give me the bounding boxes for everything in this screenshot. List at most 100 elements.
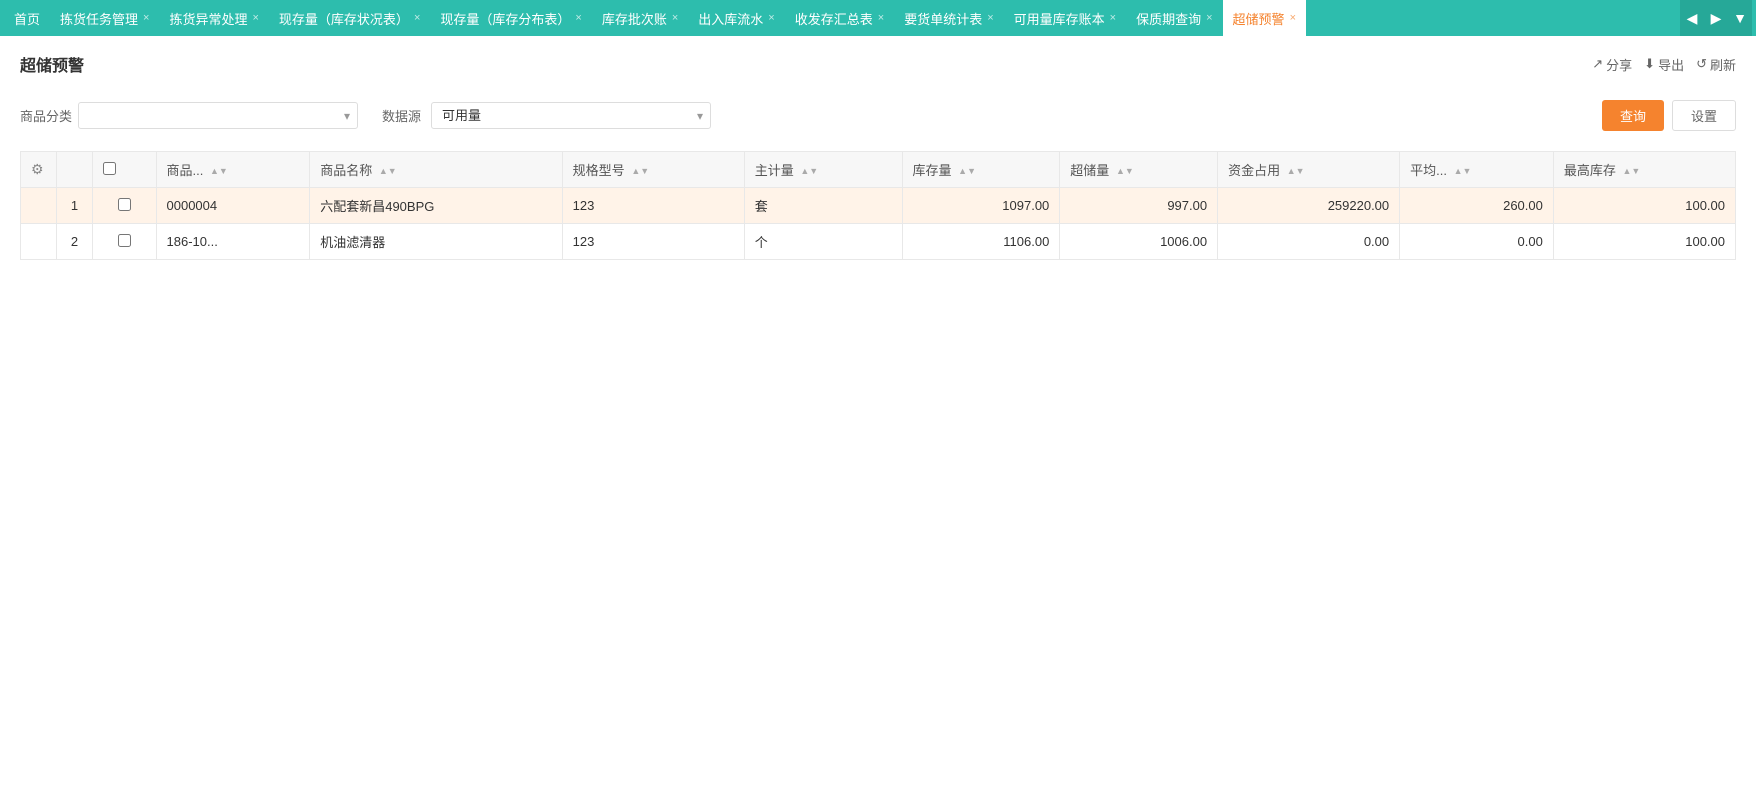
row-checkbox[interactable] (118, 234, 131, 247)
th-spec[interactable]: 规格型号 ▲▼ (562, 152, 744, 188)
sort-arrows-stock: ▲▼ (958, 167, 976, 176)
th-maxstock[interactable]: 最高库存 ▲▼ (1553, 152, 1735, 188)
td-unit: 个 (744, 224, 902, 260)
nav-home[interactable]: 首页 (4, 0, 50, 36)
refresh-icon: ↺ (1696, 56, 1707, 72)
td-avg: 0.00 (1400, 224, 1554, 260)
nav-prev-button[interactable]: ◀ (1680, 0, 1704, 36)
th-unit[interactable]: 主计量 ▲▼ (744, 152, 902, 188)
td-maxstock: 100.00 (1553, 224, 1735, 260)
category-select[interactable] (78, 102, 358, 129)
th-overstock[interactable]: 超储量 ▲▼ (1060, 152, 1218, 188)
td-index: 1 (57, 188, 93, 224)
close-icon[interactable]: × (252, 12, 258, 24)
close-icon[interactable]: × (672, 12, 678, 24)
close-icon[interactable]: × (878, 12, 884, 24)
setting-button[interactable]: 设置 (1672, 100, 1736, 131)
th-stock[interactable]: 库存量 ▲▼ (902, 152, 1060, 188)
td-maxstock: 100.00 (1553, 188, 1735, 224)
nav-order-stats[interactable]: 要货单统计表 × (894, 0, 1003, 36)
td-overstock: 1006.00 (1060, 224, 1218, 260)
sort-arrows-avg: ▲▼ (1454, 167, 1472, 176)
td-stock: 1106.00 (902, 224, 1060, 260)
th-name[interactable]: 商品名称 ▲▼ (310, 152, 562, 188)
category-label: 商品分类 (20, 106, 72, 125)
datasource-label: 数据源 (382, 106, 421, 125)
settings-icon[interactable]: ⚙ (31, 161, 44, 177)
td-checkbox[interactable] (93, 224, 157, 260)
nav-next-button[interactable]: ▶ (1704, 0, 1728, 36)
close-icon[interactable]: × (1110, 12, 1116, 24)
nav-shelf-life[interactable]: 保质期查询 × (1126, 0, 1222, 36)
td-code: 186-10... (156, 224, 310, 260)
close-icon[interactable]: × (143, 12, 149, 24)
close-icon[interactable]: × (1206, 12, 1212, 24)
table-row: 2 186-10... 机油滤清器 123 个 1106.00 1006.00 … (21, 224, 1736, 260)
nav-arrows: ◀ ▶ ▼ (1680, 0, 1752, 36)
table-header: ⚙ 商品... ▲▼ 商品名称 ▲▼ 规格型号 ▲▼ (21, 152, 1736, 188)
td-index: 2 (57, 224, 93, 260)
query-button[interactable]: 查询 (1602, 100, 1664, 131)
nav-picking-task[interactable]: 拣货任务管理 × (50, 0, 159, 36)
nav-available-stock[interactable]: 可用量库存账本 × (1004, 0, 1126, 36)
datasource-filter: 数据源 可用量 库存量 (382, 102, 711, 129)
sort-arrows-maxstock: ▲▼ (1623, 167, 1641, 176)
top-navigation: 首页 拣货任务管理 × 拣货异常处理 × 现存量（库存状况表） × 现存量（库存… (0, 0, 1756, 36)
nav-stock-dist[interactable]: 现存量（库存分布表） × (430, 0, 591, 36)
refresh-button[interactable]: ↺ 刷新 (1696, 55, 1736, 74)
td-stock: 1097.00 (902, 188, 1060, 224)
share-button[interactable]: ↗ 分享 (1592, 55, 1632, 74)
td-settings-empty (21, 188, 57, 224)
share-icon: ↗ (1592, 56, 1603, 72)
export-icon: ⬇ (1644, 56, 1655, 72)
nav-inout-flow[interactable]: 出入库流水 × (688, 0, 784, 36)
td-unit: 套 (744, 188, 902, 224)
sort-arrows-code: ▲▼ (210, 167, 228, 176)
select-all-checkbox[interactable] (103, 162, 116, 175)
th-checkbox (93, 152, 157, 188)
close-icon[interactable]: × (987, 12, 993, 24)
row-checkbox[interactable] (118, 198, 131, 211)
category-select-wrapper (78, 102, 358, 129)
close-icon[interactable]: × (575, 12, 581, 24)
td-capital: 0.00 (1218, 224, 1400, 260)
export-button[interactable]: ⬇ 导出 (1644, 55, 1684, 74)
datasource-select-wrapper: 可用量 库存量 (431, 102, 711, 129)
category-filter: 商品分类 (20, 102, 358, 129)
close-icon[interactable]: × (414, 12, 420, 24)
filter-area: 商品分类 数据源 可用量 库存量 查询 设置 (20, 92, 1736, 139)
nav-more-button[interactable]: ▼ (1728, 0, 1752, 36)
nav-overstock-warning[interactable]: 超储预警 × (1223, 0, 1306, 36)
td-spec: 123 (562, 188, 744, 224)
sort-arrows-unit: ▲▼ (800, 167, 818, 176)
td-settings-empty (21, 224, 57, 260)
page-content: 超储预警 ↗ 分享 ⬇ 导出 ↺ 刷新 商品分类 (0, 36, 1756, 800)
table-row: 1 0000004 六配套新昌490BPG 123 套 1097.00 997.… (21, 188, 1736, 224)
sort-arrows-capital: ▲▼ (1287, 167, 1305, 176)
table-header-row: ⚙ 商品... ▲▼ 商品名称 ▲▼ 规格型号 ▲▼ (21, 152, 1736, 188)
page-title: 超储预警 (20, 52, 1592, 76)
sort-arrows-spec: ▲▼ (631, 167, 649, 176)
sort-arrows-name: ▲▼ (379, 167, 397, 176)
td-name: 六配套新昌490BPG (310, 188, 562, 224)
td-avg: 260.00 (1400, 188, 1554, 224)
nav-picking-exception[interactable]: 拣货异常处理 × (159, 0, 268, 36)
sort-arrows-overstock: ▲▼ (1116, 167, 1134, 176)
header-actions: ↗ 分享 ⬇ 导出 ↺ 刷新 (1592, 55, 1736, 74)
td-checkbox[interactable] (93, 188, 157, 224)
th-capital[interactable]: 资金占用 ▲▼ (1218, 152, 1400, 188)
th-avg[interactable]: 平均... ▲▼ (1400, 152, 1554, 188)
data-table: ⚙ 商品... ▲▼ 商品名称 ▲▼ 规格型号 ▲▼ (20, 151, 1736, 260)
nav-stock-batch[interactable]: 库存批次账 × (592, 0, 688, 36)
datasource-select[interactable]: 可用量 库存量 (431, 102, 711, 129)
close-icon[interactable]: × (1290, 12, 1296, 24)
td-name: 机油滤清器 (310, 224, 562, 260)
th-code[interactable]: 商品... ▲▼ (156, 152, 310, 188)
table-body: 1 0000004 六配套新昌490BPG 123 套 1097.00 997.… (21, 188, 1736, 260)
close-icon[interactable]: × (768, 12, 774, 24)
td-capital: 259220.00 (1218, 188, 1400, 224)
nav-stock-status[interactable]: 现存量（库存状况表） × (269, 0, 430, 36)
nav-summary[interactable]: 收发存汇总表 × (785, 0, 894, 36)
td-spec: 123 (562, 224, 744, 260)
td-overstock: 997.00 (1060, 188, 1218, 224)
